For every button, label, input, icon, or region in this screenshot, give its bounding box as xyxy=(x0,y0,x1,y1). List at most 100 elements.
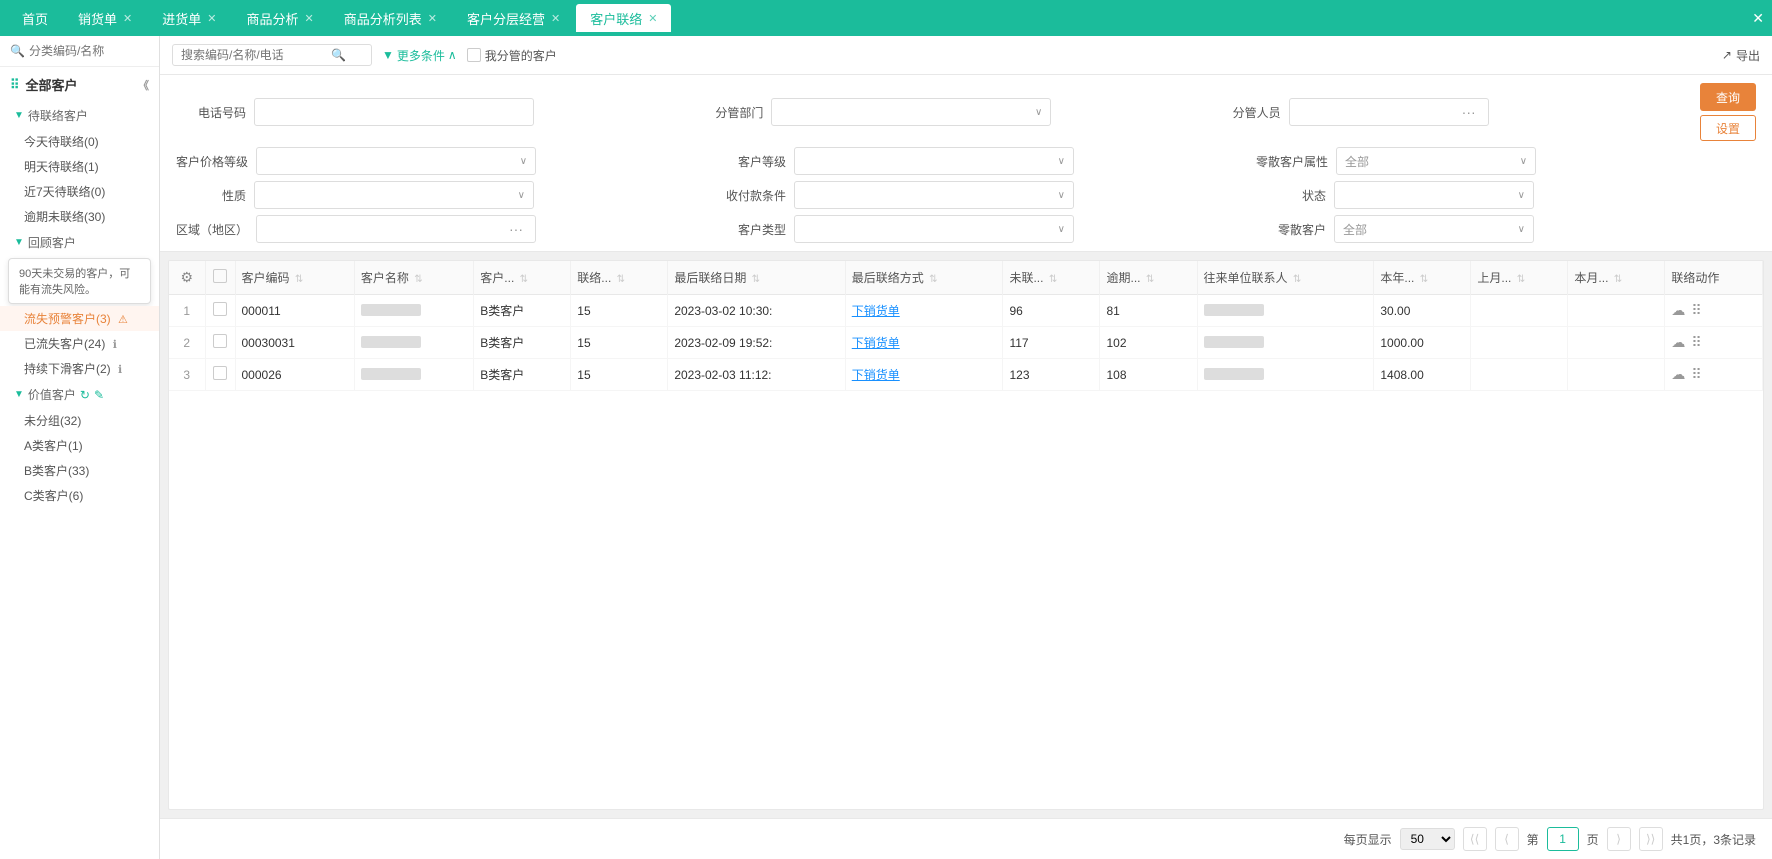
more-action-icon[interactable]: ⠿ xyxy=(1691,334,1701,351)
row-no-contact: 96 xyxy=(1003,295,1100,327)
sidebar-group-pending[interactable]: ▼ 待联络客户 xyxy=(0,102,159,129)
gear-icon[interactable]: ⚙ xyxy=(180,269,193,285)
sidebar-item-churned[interactable]: 已流失客户(24) ℹ xyxy=(0,331,159,356)
filter-region-select[interactable]: ··· xyxy=(256,215,536,243)
header-checkbox[interactable] xyxy=(213,269,227,283)
sort-icon[interactable]: ⇅ xyxy=(752,274,760,285)
page-number-input[interactable] xyxy=(1547,827,1579,851)
sidebar-all-customers[interactable]: ⠿ 全部客户 《 xyxy=(0,67,159,102)
tab-analysis[interactable]: 商品分析 ✕ xyxy=(232,4,327,32)
sidebar-item-class-c[interactable]: C类客户(6) xyxy=(0,483,159,508)
sort-icon[interactable]: ⇅ xyxy=(1420,274,1428,285)
ellipsis-icon2[interactable]: ··· xyxy=(505,221,527,237)
close-icon[interactable]: ✕ xyxy=(428,12,437,25)
info-icon: ℹ xyxy=(113,339,117,351)
table-settings-col[interactable]: ⚙ xyxy=(169,261,205,295)
row-last-method[interactable]: 下销货单 xyxy=(845,359,1003,391)
per-page-select[interactable]: 50 100 xyxy=(1400,828,1455,850)
close-icon[interactable]: ✕ xyxy=(648,12,657,25)
filter-status-select[interactable]: ∨ xyxy=(1334,181,1534,209)
sort-icon[interactable]: ⇅ xyxy=(929,274,937,285)
checkbox-icon[interactable] xyxy=(467,48,481,62)
contact-icon[interactable]: ☁ xyxy=(1671,334,1685,351)
contact-icon[interactable]: ☁ xyxy=(1671,366,1685,383)
sort-icon[interactable]: ⇅ xyxy=(520,274,528,285)
window-close-button[interactable]: ✕ xyxy=(1752,10,1764,27)
row-last-method[interactable]: 下销货单 xyxy=(845,327,1003,359)
sidebar-item-unclassified[interactable]: 未分组(32) xyxy=(0,408,159,433)
sidebar-item-tomorrow-pending[interactable]: 明天待联络(1) xyxy=(0,154,159,179)
chevron-down-icon: ∨ xyxy=(518,190,525,201)
sidebar-item-week-pending[interactable]: 近7天待联络(0) xyxy=(0,179,159,204)
filter-nature-select[interactable]: ∨ xyxy=(254,181,534,209)
more-action-icon[interactable]: ⠿ xyxy=(1691,302,1701,319)
row-checkbox[interactable] xyxy=(205,295,235,327)
query-button[interactable]: 查询 xyxy=(1700,83,1756,111)
sort-icon[interactable]: ⇅ xyxy=(1146,274,1154,285)
next-page-button[interactable]: ⟩ xyxy=(1607,827,1631,851)
sidebar-search-input[interactable] xyxy=(29,44,149,58)
sort-icon[interactable]: ⇅ xyxy=(414,274,422,285)
search-button[interactable]: 🔍 xyxy=(331,48,346,62)
export-button[interactable]: ↗ 导出 xyxy=(1722,47,1760,64)
filter-status: 状态 ∨ xyxy=(1256,181,1756,209)
filter-payment-select[interactable]: ∨ xyxy=(794,181,1074,209)
sidebar-item-declining[interactable]: 持续下滑客户(2) ℹ xyxy=(0,356,159,381)
arrow-down-icon: ▼ xyxy=(14,389,24,400)
row-checkbox[interactable] xyxy=(205,359,235,391)
filter-panel: 电话号码 分管部门 ∨ 分管人员 ··· xyxy=(160,75,1772,252)
sort-icon[interactable]: ⇅ xyxy=(1049,274,1057,285)
settings-button[interactable]: 设置 xyxy=(1700,115,1756,141)
tab-purchase[interactable]: 进货单 ✕ xyxy=(148,4,230,32)
filter-zero-attr-select[interactable]: 全部 ∨ xyxy=(1336,147,1536,175)
table-checkbox-col[interactable] xyxy=(205,261,235,295)
close-icon[interactable]: ✕ xyxy=(123,12,132,25)
filter-price-level-select[interactable]: ∨ xyxy=(256,147,536,175)
sidebar-group-churn[interactable]: ▼ 回顾客户 xyxy=(0,229,159,256)
filter-cust-type-select[interactable]: ∨ xyxy=(794,215,1074,243)
refresh-icon[interactable]: ↻ xyxy=(80,388,90,402)
row-contact: 15 xyxy=(571,295,668,327)
row-last-method[interactable]: 下销货单 xyxy=(845,295,1003,327)
data-table: ⚙ 客户编码 ⇅ 客户名称 ⇅ xyxy=(169,261,1763,391)
my-customers-checkbox[interactable]: 我分管的客户 xyxy=(467,47,557,64)
content-area: 🔍 ▼ 更多条件 ∧ 我分管的客户 ↗ 导出 电话号码 xyxy=(160,36,1772,859)
filter-cust-level-select[interactable]: ∨ xyxy=(794,147,1074,175)
last-page-button[interactable]: ⟩⟩ xyxy=(1639,827,1663,851)
search-input[interactable] xyxy=(181,48,331,62)
first-page-button[interactable]: ⟨⟨ xyxy=(1463,827,1487,851)
sort-icon[interactable]: ⇅ xyxy=(1614,274,1622,285)
sidebar-group-value[interactable]: ▼ 价值客户 ↻ ✎ xyxy=(0,381,159,408)
more-conditions-button[interactable]: ▼ 更多条件 ∧ xyxy=(382,47,457,64)
contact-icon[interactable]: ☁ xyxy=(1671,302,1685,319)
tab-analysis-list[interactable]: 商品分析列表 ✕ xyxy=(330,4,451,32)
edit-icon[interactable]: ✎ xyxy=(94,388,104,402)
tab-sales[interactable]: 销货单 ✕ xyxy=(64,4,146,32)
tab-customer-segment[interactable]: 客户分层经营 ✕ xyxy=(453,4,574,32)
tab-customer-contact[interactable]: 客户联络 ✕ xyxy=(576,4,671,32)
sort-icon[interactable]: ⇅ xyxy=(1293,274,1301,285)
filter-zero-cust-select[interactable]: 全部 ∨ xyxy=(1334,215,1534,243)
sidebar-item-class-a[interactable]: A类客户(1) xyxy=(0,433,159,458)
prev-page-button[interactable]: ⟨ xyxy=(1495,827,1519,851)
sort-icon[interactable]: ⇅ xyxy=(1517,274,1525,285)
sort-icon[interactable]: ⇅ xyxy=(617,274,625,285)
sidebar-item-class-b[interactable]: B类客户(33) xyxy=(0,458,159,483)
close-icon[interactable]: ✕ xyxy=(551,12,560,25)
filter-status-label: 状态 xyxy=(1256,187,1326,204)
tab-home[interactable]: 首页 xyxy=(8,4,62,32)
sidebar-item-churn-warning[interactable]: 流失预警客户(3) ⚠ xyxy=(0,306,159,331)
close-icon[interactable]: ✕ xyxy=(207,12,216,25)
filter-dept-select[interactable]: ∨ xyxy=(771,98,1051,126)
sidebar-item-today-pending[interactable]: 今天待联络(0) xyxy=(0,129,159,154)
filter-phone-input[interactable] xyxy=(254,98,534,126)
col-company-contact: 往来单位联系人 ⇅ xyxy=(1197,261,1374,295)
filter-person-select[interactable]: ··· xyxy=(1289,98,1489,126)
sidebar-item-overdue-no-contact[interactable]: 逾期未联络(30) xyxy=(0,204,159,229)
more-action-icon[interactable]: ⠿ xyxy=(1691,366,1701,383)
ellipsis-icon[interactable]: ··· xyxy=(1458,104,1480,120)
sort-icon[interactable]: ⇅ xyxy=(295,274,303,285)
page-label: 第 xyxy=(1527,831,1539,848)
close-icon[interactable]: ✕ xyxy=(305,12,314,25)
row-checkbox[interactable] xyxy=(205,327,235,359)
